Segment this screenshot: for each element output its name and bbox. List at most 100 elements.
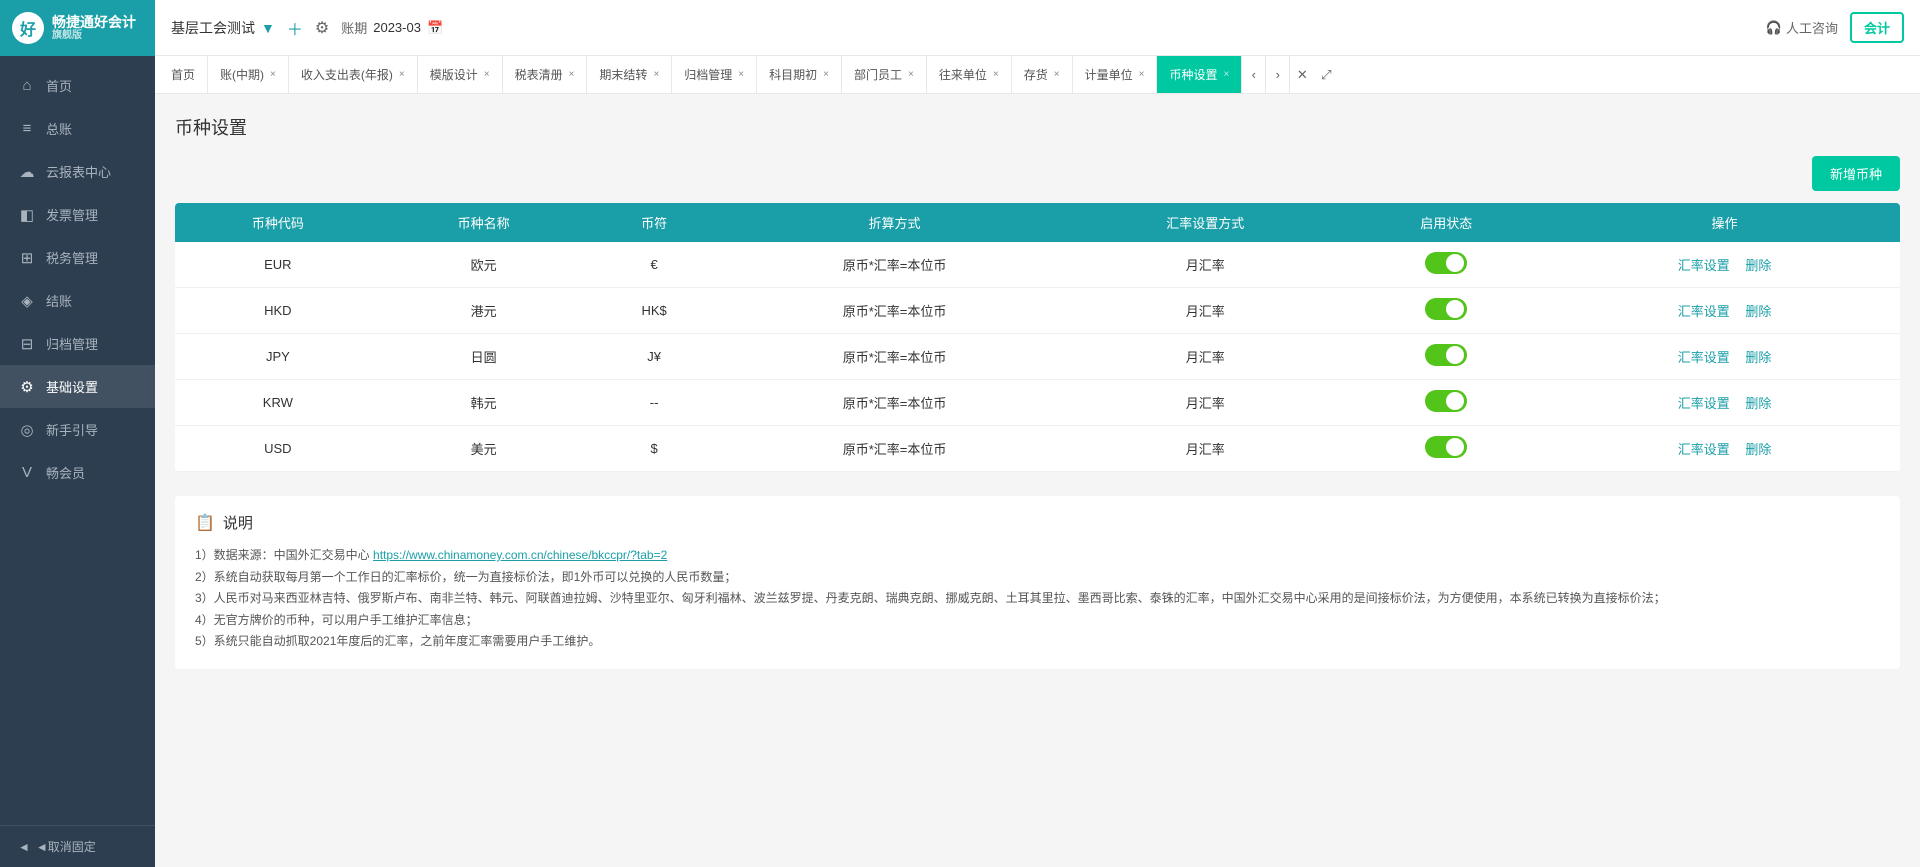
- cell-toggle-1[interactable]: [1343, 288, 1549, 334]
- member-icon: V: [18, 464, 36, 481]
- tab-units[interactable]: 计量单位 ×: [1073, 56, 1158, 94]
- tab-home[interactable]: 首页: [159, 56, 208, 94]
- col-header-symbol: 币符: [586, 203, 721, 242]
- notes-link[interactable]: https://www.chinamoney.com.cn/chinese/bk…: [373, 548, 667, 562]
- tab-template[interactable]: 模版设计 ×: [418, 56, 503, 94]
- cell-actions-0: 汇率设置 删除: [1549, 242, 1900, 288]
- sidebar-label-reports: 云报表中心: [46, 162, 111, 181]
- tab-currency-close[interactable]: ×: [1223, 69, 1229, 80]
- col-header-code: 币种代码: [175, 203, 381, 242]
- tab-subjects-label: 科目期初: [769, 66, 817, 83]
- company-settings-icon[interactable]: ⚙: [315, 18, 329, 38]
- period-value: 2023-03: [373, 20, 421, 35]
- tab-subjects[interactable]: 科目期初 ×: [757, 56, 842, 94]
- tab-inventory[interactable]: 存货 ×: [1012, 56, 1073, 94]
- cell-calc-2: 原币*汇率=本位币: [722, 334, 1067, 380]
- toggle-thumb-2: [1446, 346, 1464, 364]
- cell-rate-method-0: 月汇率: [1067, 242, 1343, 288]
- tab-contacts[interactable]: 往来单位 ×: [927, 56, 1012, 94]
- cell-toggle-0[interactable]: [1343, 242, 1549, 288]
- accounting-button[interactable]: 会计: [1850, 12, 1904, 43]
- tab-template-close[interactable]: ×: [484, 69, 490, 80]
- rate-setting-link-4[interactable]: 汇率设置: [1678, 442, 1730, 457]
- cell-toggle-3[interactable]: [1343, 380, 1549, 426]
- sidebar-item-invoice[interactable]: ◧ 发票管理: [0, 193, 155, 236]
- ledger-icon: ≡: [18, 120, 36, 137]
- cell-code-4: USD: [175, 426, 381, 472]
- cell-toggle-2[interactable]: [1343, 334, 1549, 380]
- consult-button[interactable]: 🎧 人工咨询: [1766, 18, 1838, 37]
- tab-dept-label: 部门员工: [854, 66, 902, 83]
- tab-subjects-close[interactable]: ×: [823, 69, 829, 80]
- sidebar-item-home[interactable]: ⌂ 首页: [0, 64, 155, 107]
- sidebar-logo: 好 畅捷通好会计 旗舰版: [0, 0, 155, 56]
- tab-period[interactable]: 账(中期) ×: [208, 56, 289, 94]
- new-currency-button[interactable]: 新增币种: [1812, 156, 1900, 191]
- sidebar-pin-toggle[interactable]: ◄ ◄取消固定: [0, 825, 155, 867]
- cell-symbol-0: €: [586, 242, 721, 288]
- tab-period-label: 账(中期): [220, 66, 264, 83]
- toggle-2[interactable]: [1425, 344, 1467, 366]
- sidebar-item-newbie[interactable]: ◎ 新手引导: [0, 408, 155, 451]
- sidebar-item-ledger[interactable]: ≡ 总账: [0, 107, 155, 150]
- tab-prev-button[interactable]: ‹: [1242, 56, 1266, 94]
- tab-tax-close[interactable]: ×: [569, 69, 575, 80]
- tab-close-all-button[interactable]: ✕: [1290, 56, 1314, 94]
- tab-currency[interactable]: 币种设置 ×: [1157, 56, 1242, 94]
- cell-code-0: EUR: [175, 242, 381, 288]
- toggle-4[interactable]: [1425, 436, 1467, 458]
- sidebar-item-archive[interactable]: ⊟ 归档管理: [0, 322, 155, 365]
- notes-item-4: 5）系统只能自动抓取2021年度后的汇率，之前年度汇率需要用户手工维护。: [195, 631, 1880, 653]
- tab-dept-close[interactable]: ×: [908, 69, 914, 80]
- add-company-icon[interactable]: ＋: [287, 16, 303, 40]
- notes-title-text: 说明: [223, 512, 253, 533]
- tab-inventory-close[interactable]: ×: [1054, 69, 1060, 80]
- tab-archive[interactable]: 归档管理 ×: [672, 56, 757, 94]
- tab-tax[interactable]: 税表清册 ×: [503, 56, 588, 94]
- sidebar-navigation: ⌂ 首页 ≡ 总账 ☁ 云报表中心 ◧ 发票管理 ⊞ 税务管理 ◈ 结账 ⊟ 归…: [0, 56, 155, 825]
- tab-period-end[interactable]: 期末结转 ×: [587, 56, 672, 94]
- tab-units-close[interactable]: ×: [1139, 69, 1145, 80]
- toggle-1[interactable]: [1425, 298, 1467, 320]
- sidebar-item-settings[interactable]: ⚙ 基础设置: [0, 365, 155, 408]
- rate-setting-link-2[interactable]: 汇率设置: [1678, 350, 1730, 365]
- cell-code-2: JPY: [175, 334, 381, 380]
- sidebar-item-tax[interactable]: ⊞ 税务管理: [0, 236, 155, 279]
- company-dropdown-icon: ▼: [261, 20, 275, 36]
- sidebar-item-checkout[interactable]: ◈ 结账: [0, 279, 155, 322]
- col-header-calc: 折算方式: [722, 203, 1067, 242]
- toggle-thumb-4: [1446, 438, 1464, 456]
- toggle-3[interactable]: [1425, 390, 1467, 412]
- rate-setting-link-3[interactable]: 汇率设置: [1678, 396, 1730, 411]
- tab-income[interactable]: 收入支出表(年报) ×: [289, 56, 418, 94]
- tab-period-close[interactable]: ×: [270, 69, 276, 80]
- tab-expand-button[interactable]: ⤢: [1314, 56, 1338, 94]
- delete-link-4[interactable]: 删除: [1745, 442, 1771, 457]
- sidebar-item-member[interactable]: V 畅会员: [0, 451, 155, 494]
- tab-income-close[interactable]: ×: [399, 69, 405, 80]
- tab-contacts-close[interactable]: ×: [993, 69, 999, 80]
- sidebar-item-reports[interactable]: ☁ 云报表中心: [0, 150, 155, 193]
- tab-period-end-close[interactable]: ×: [653, 69, 659, 80]
- tab-next-button[interactable]: ›: [1266, 56, 1290, 94]
- toggle-thumb-1: [1446, 300, 1464, 318]
- delete-link-3[interactable]: 删除: [1745, 396, 1771, 411]
- delete-link-0[interactable]: 删除: [1745, 258, 1771, 273]
- delete-link-1[interactable]: 删除: [1745, 304, 1771, 319]
- table-row: EUR 欧元 € 原币*汇率=本位币 月汇率 汇率设置 删除: [175, 242, 1900, 288]
- company-selector[interactable]: 基层工会测试 ▼: [171, 18, 275, 38]
- period-selector[interactable]: 账期 2023-03 📅: [341, 18, 443, 37]
- cell-name-0: 欧元: [381, 242, 587, 288]
- tab-dept[interactable]: 部门员工 ×: [842, 56, 927, 94]
- rate-setting-link-0[interactable]: 汇率设置: [1678, 258, 1730, 273]
- notes-item-1: 2）系统自动获取每月第一个工作日的汇率标价，统一为直接标价法，即1外币可以兑换的…: [195, 567, 1880, 589]
- archive-icon: ⊟: [18, 335, 36, 353]
- rate-setting-link-1[interactable]: 汇率设置: [1678, 304, 1730, 319]
- notes-item-3: 4）无官方牌价的币种，可以用户手工维护汇率信息；: [195, 610, 1880, 632]
- delete-link-2[interactable]: 删除: [1745, 350, 1771, 365]
- tab-archive-close[interactable]: ×: [738, 69, 744, 80]
- toggle-0[interactable]: [1425, 252, 1467, 274]
- cell-calc-4: 原币*汇率=本位币: [722, 426, 1067, 472]
- company-name: 基层工会测试: [171, 18, 255, 38]
- cell-toggle-4[interactable]: [1343, 426, 1549, 472]
